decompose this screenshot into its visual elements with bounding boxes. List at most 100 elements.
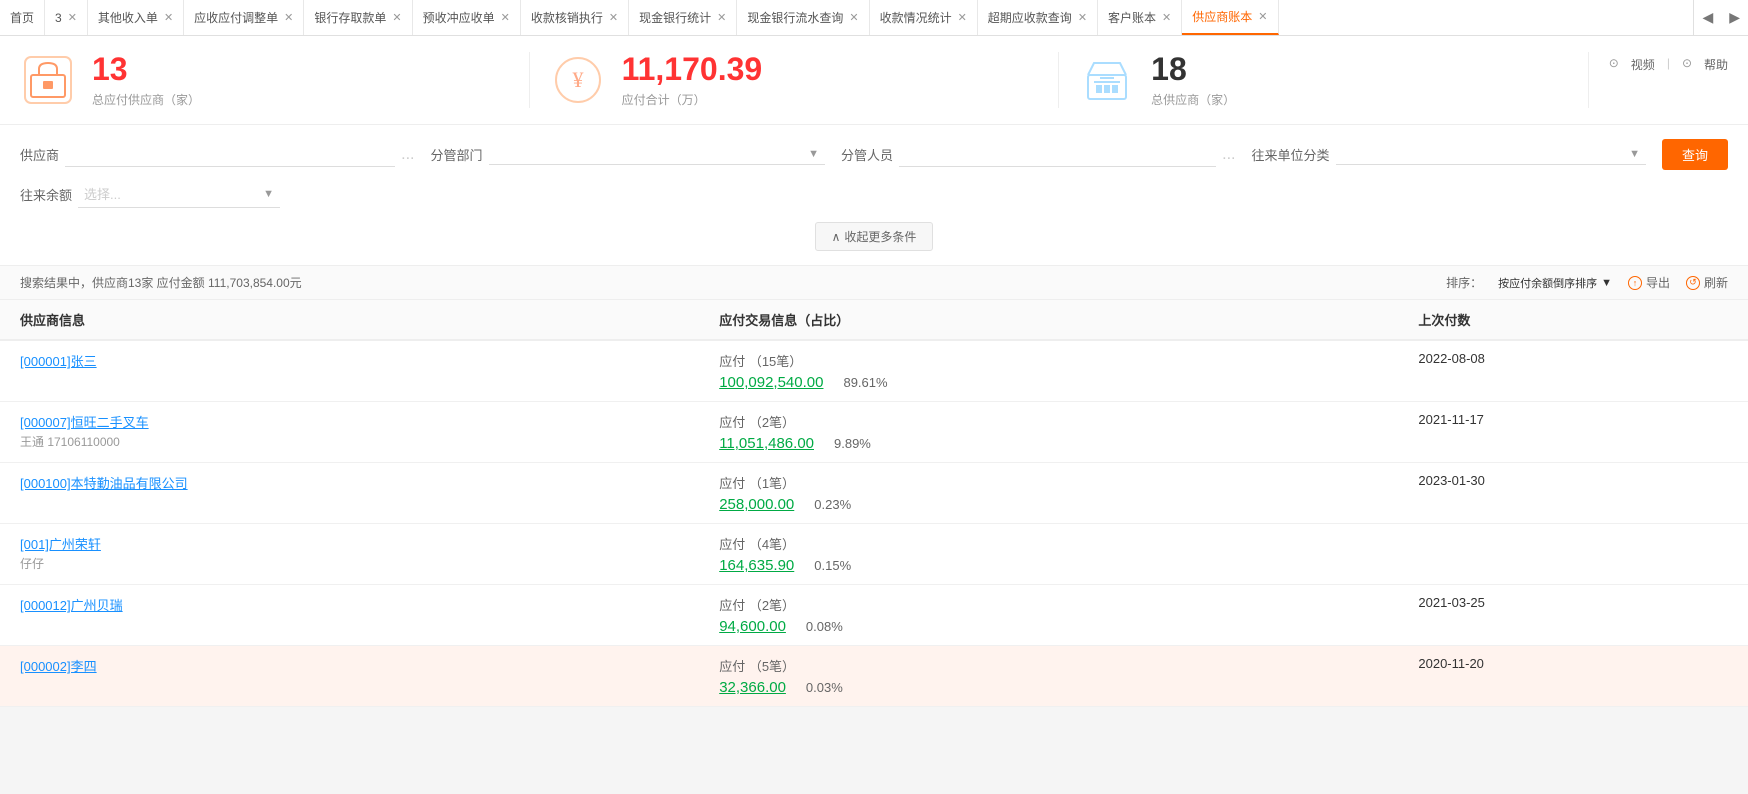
tx-amount[interactable]: 11,051,486.00 (719, 435, 814, 452)
nav-tab-advance-ar[interactable]: 预收冲应收单 ✕ (413, 0, 521, 35)
category-select[interactable]: ▼ (1336, 144, 1646, 165)
tx-label: 应付 (719, 659, 745, 674)
last-pay-cell: 2021-11-17 (1398, 402, 1748, 463)
close-icon[interactable]: ✕ (609, 11, 618, 24)
filter-balance: 往来余额 选择... ▼ (20, 180, 280, 208)
nav-tab-3[interactable]: 3 ✕ (45, 0, 88, 35)
card1-text: 13 总应付供应商（家） (92, 52, 200, 108)
tx-label-row: 应付 （1笔） (719, 473, 1378, 492)
video-link[interactable]: 视频 (1631, 56, 1655, 73)
nav-tab-ar-ap-adjust[interactable]: 应收应付调整单 ✕ (184, 0, 304, 35)
supplier-link[interactable]: [000100]本特勤油品有限公司 (20, 476, 188, 491)
summary-card-amount: ¥ 11,170.39 应付合计（万） (550, 52, 1060, 108)
tx-amount-row: 94,600.000.08% (719, 618, 1378, 635)
close-icon[interactable]: ✕ (68, 11, 77, 24)
collapse-button[interactable]: ∧ 收起更多条件 (815, 222, 934, 251)
supplier-dots[interactable]: ... (401, 146, 414, 164)
nav-tab-receipt-verify[interactable]: 收款核销执行 ✕ (521, 0, 629, 35)
tx-count: （1笔） (745, 476, 795, 491)
refresh-button[interactable]: ↺ 刷新 (1686, 274, 1728, 291)
tx-count: （5笔） (745, 659, 795, 674)
tx-amount-row: 258,000.00 0.23% (719, 496, 1378, 513)
nav-next-arrow[interactable]: ▶ (1721, 9, 1748, 26)
video-icon: ⊙ (1609, 56, 1619, 70)
person-dots[interactable]: ... (1222, 146, 1235, 164)
dept-select[interactable]: ▼ (489, 144, 825, 165)
nav-tab-bank-deposit[interactable]: 银行存取款单 ✕ (304, 0, 412, 35)
nav-prev-arrow[interactable]: ◀ (1694, 9, 1721, 26)
person-filter-label: 分管人员 (841, 145, 893, 164)
close-icon[interactable]: ✕ (1162, 11, 1171, 24)
tx-info-cell: 应付 （2笔） 11,051,486.009.89% (699, 402, 1398, 463)
table-row: [000001]张三应付 （15笔）100,092,540.0089.61%20… (0, 340, 1748, 402)
close-icon[interactable]: ✕ (958, 11, 967, 24)
close-icon[interactable]: ✕ (1078, 11, 1087, 24)
tx-label: 应付 (719, 476, 745, 491)
tx-amount[interactable]: 258,000.00 (719, 496, 794, 513)
tx-amount[interactable]: 164,635.90 (719, 557, 794, 574)
supplier-info-cell: [000100]本特勤油品有限公司 (0, 463, 699, 524)
help-link[interactable]: 帮助 (1704, 56, 1728, 73)
supplier-table: 供应商信息 应付交易信息（占比） 上次付数 [000001]张三应付 （15笔）… (0, 300, 1748, 707)
col-tx-info: 应付交易信息（占比） (699, 300, 1398, 340)
help-icon: ⊙ (1682, 56, 1692, 70)
col-last-pay: 上次付数 (1398, 300, 1748, 340)
supplier-link[interactable]: [000012]广州贝瑞 (20, 598, 123, 613)
close-icon[interactable]: ✕ (717, 11, 726, 24)
card3-label: 总供应商（家） (1151, 91, 1235, 108)
close-icon[interactable]: ✕ (849, 11, 858, 24)
supplier-info-cell: [000002]李四 (0, 646, 699, 707)
nav-tab-cash-bank-stat[interactable]: 现金银行统计 ✕ (629, 0, 737, 35)
supplier-contact: 仔仔 (20, 555, 679, 572)
close-icon[interactable]: ✕ (392, 11, 401, 24)
data-table-wrap: 供应商信息 应付交易信息（占比） 上次付数 [000001]张三应付 （15笔）… (0, 300, 1748, 707)
card1-label: 总应付供应商（家） (92, 91, 200, 108)
result-info: 搜索结果中，供应商13家 应付金额 111,703,854.00元 (20, 274, 1446, 291)
close-icon[interactable]: ✕ (1258, 10, 1267, 23)
close-icon[interactable]: ✕ (164, 11, 173, 24)
tx-amount[interactable]: 94,600.00 (719, 618, 786, 635)
nav-tab-supplier-ledger[interactable]: 供应商账本 ✕ (1182, 0, 1278, 35)
sort-dropdown-icon: ▼ (1601, 277, 1612, 289)
tx-percent: 0.15% (814, 558, 851, 573)
tx-label-row: 应付 （2笔） (719, 412, 1378, 431)
card2-label: 应付合计（万） (622, 91, 763, 108)
tx-percent: 0.23% (814, 497, 851, 512)
nav-tab-cash-flow[interactable]: 现金银行流水查询 ✕ (737, 0, 869, 35)
person-input[interactable] (899, 143, 1216, 167)
summary-section: 13 总应付供应商（家） ¥ 11,170.39 应付合计（万） (0, 36, 1748, 125)
tx-amount[interactable]: 32,366.00 (719, 679, 786, 696)
supplier-input[interactable] (65, 143, 395, 167)
close-icon[interactable]: ✕ (284, 11, 293, 24)
filter-row-1: 供应商 ... 分管部门 ▼ 分管人员 ... 往来单位分类 ▼ 查询 (20, 139, 1728, 170)
export-button[interactable]: ↑ 导出 (1628, 274, 1670, 291)
nav-tab-home[interactable]: 首页 (0, 0, 45, 35)
supplier-contact: 王通 17106110000 (20, 433, 679, 450)
close-icon[interactable]: ✕ (501, 11, 510, 24)
tx-label-row: 应付 （15笔） (719, 351, 1378, 370)
supplier-link[interactable]: [000002]李四 (20, 659, 97, 674)
top-right-links: ⊙ 视频 | ⊙ 帮助 (1609, 52, 1728, 108)
tx-amount-row: 11,051,486.009.89% (719, 435, 1378, 452)
supplier-link[interactable]: [000007]恒旺二手叉车 (20, 415, 149, 430)
tx-amount[interactable]: 100,092,540.00 (719, 374, 823, 391)
supplier-link[interactable]: [001]广州荣轩 (20, 537, 101, 552)
table-row: [000002]李四应付 （5笔）32,366.000.03%2020-11-2… (0, 646, 1748, 707)
tx-label: 应付 (719, 354, 745, 369)
tx-amount-row: 100,092,540.0089.61% (719, 374, 1378, 391)
chevron-up-icon: ∧ (832, 230, 841, 244)
nav-tab-overdue-ar[interactable]: 超期应收款查询 ✕ (978, 0, 1098, 35)
nav-tab-other-income[interactable]: 其他收入单 ✕ (88, 0, 184, 35)
tx-label-row: 应付 （2笔） (719, 595, 1378, 614)
dept-dropdown-icon: ▼ (808, 148, 819, 160)
table-body: [000001]张三 应付 （15笔） 100,092,540.0089.61% 20… (0, 340, 1748, 707)
search-button[interactable]: 查询 (1662, 139, 1728, 170)
supplier-link[interactable]: [000001]张三 (20, 354, 97, 369)
tx-info-cell: 应付 （4笔）164,635.900.15% (699, 524, 1398, 585)
card2-text: 11,170.39 应付合计（万） (622, 52, 763, 108)
nav-tab-receipt-stat[interactable]: 收款情况统计 ✕ (870, 0, 978, 35)
nav-tab-customer-ledger[interactable]: 客户账本 ✕ (1098, 0, 1182, 35)
balance-select[interactable]: 选择... ▼ (78, 180, 280, 208)
filter-supplier: 供应商 ... (20, 143, 415, 167)
sort-select[interactable]: 按应付余额倒序排序 ▼ (1498, 275, 1612, 291)
